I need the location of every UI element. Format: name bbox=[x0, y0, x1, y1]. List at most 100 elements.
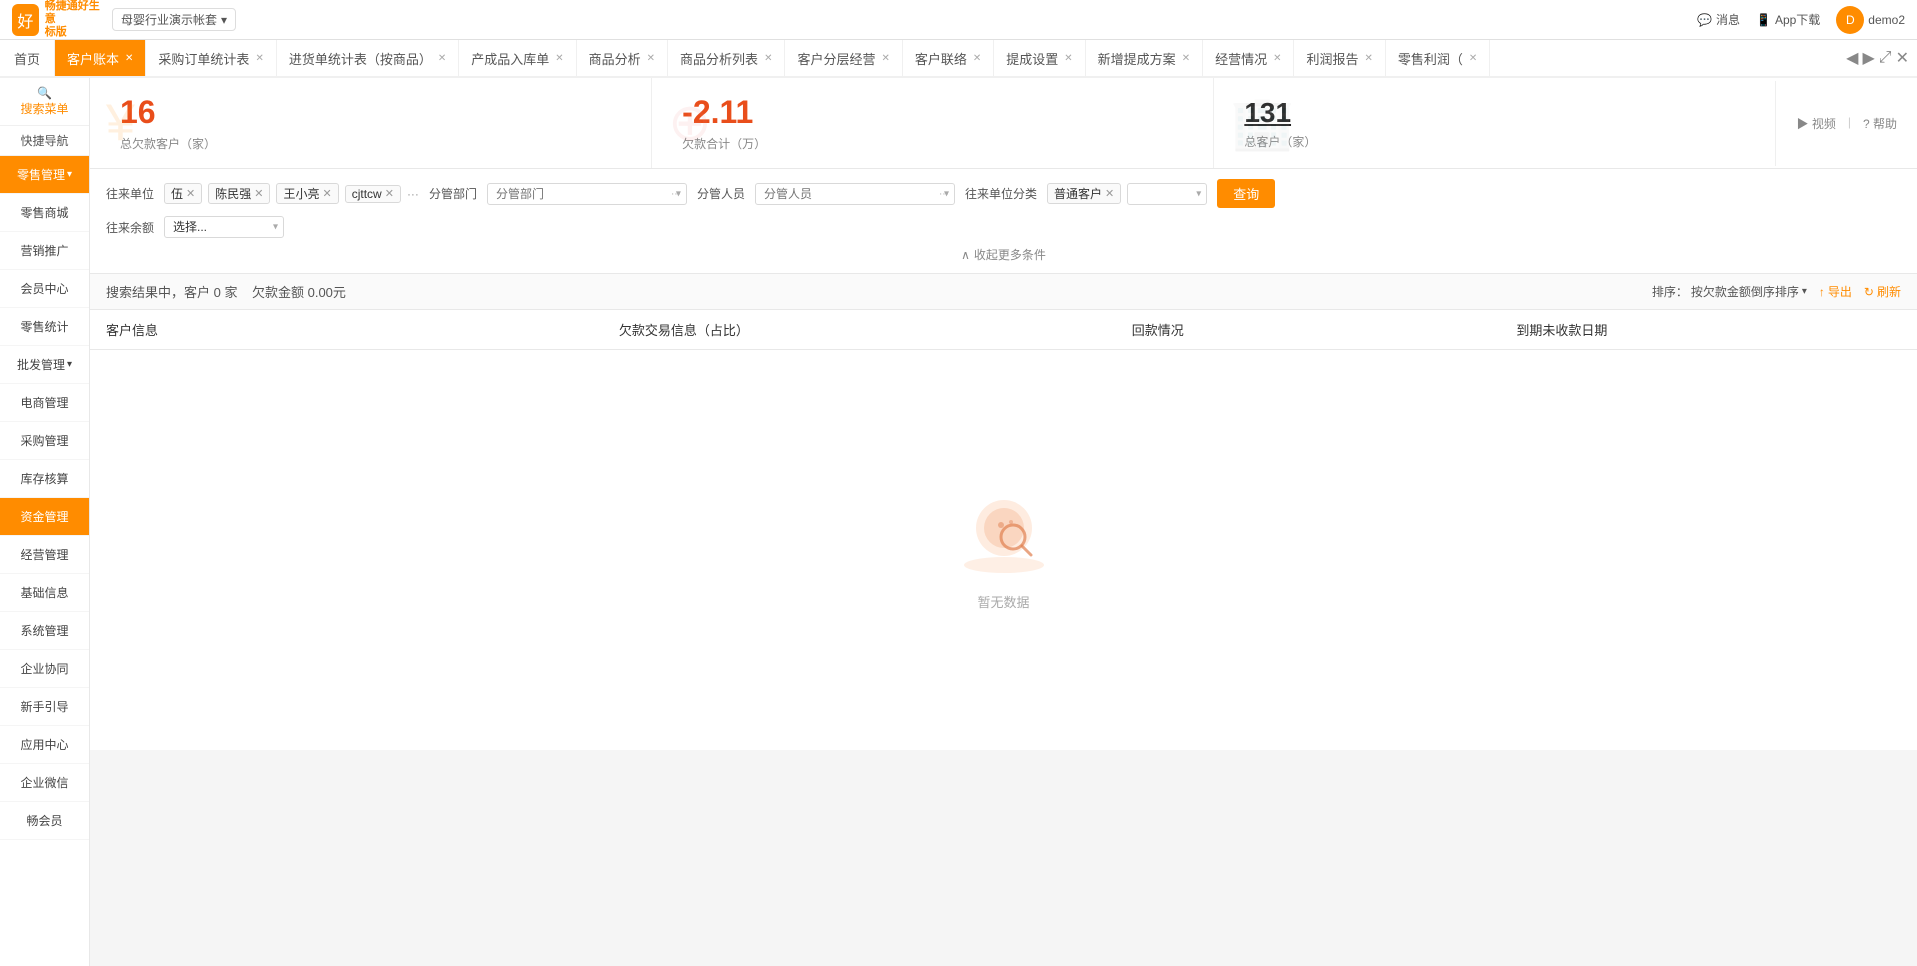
tab-business-status[interactable]: 经营情况 ✕ bbox=[1203, 40, 1294, 76]
tab-profit-report[interactable]: 利润报告 ✕ bbox=[1294, 40, 1385, 76]
close-tab-product-inbound[interactable]: ✕ bbox=[555, 53, 563, 64]
query-button[interactable]: 查询 bbox=[1217, 179, 1275, 208]
close-tab-purchase-order[interactable]: ✕ bbox=[255, 53, 263, 64]
sidebar-item-finance[interactable]: 资金管理 bbox=[0, 498, 89, 536]
filter-bar: 往来单位 伍 ✕ 陈民强 ✕ 王小亮 ✕ cjttcw bbox=[90, 169, 1917, 274]
filter-person-input[interactable] bbox=[755, 183, 955, 205]
col-payment-status: 回款情况 bbox=[1132, 320, 1517, 339]
play-icon: ▶ bbox=[1796, 117, 1808, 131]
sidebar-item-retail-mall[interactable]: 零售商城 bbox=[0, 194, 89, 232]
tab-product-analysis[interactable]: 商品分析 ✕ bbox=[577, 40, 668, 76]
filter-dept-input[interactable] bbox=[487, 183, 687, 205]
collapse-row: ∧ 收起更多条件 bbox=[106, 246, 1901, 263]
close-tab-product-analysis-list[interactable]: ✕ bbox=[764, 53, 772, 64]
tab-customer-ledger[interactable]: 客户账本 ✕ bbox=[55, 40, 146, 76]
sidebar-item-system[interactable]: 系统管理 bbox=[0, 612, 89, 650]
sidebar-item-purchasing[interactable]: 采购管理 bbox=[0, 422, 89, 460]
close-tab-profit[interactable]: ✕ bbox=[1365, 53, 1373, 64]
sidebar-search[interactable]: 🔍 搜索菜单 bbox=[0, 78, 89, 126]
sidebar-item-inventory[interactable]: 库存核算 bbox=[0, 460, 89, 498]
tab-purchase-order-stats[interactable]: 采购订单统计表 ✕ bbox=[146, 40, 276, 76]
export-icon: ↑ bbox=[1819, 285, 1825, 299]
remove-tag-chen[interactable]: ✕ bbox=[254, 187, 263, 200]
tab-retail-profit[interactable]: 零售利润（ ✕ bbox=[1386, 40, 1490, 76]
sidebar-item-retail-management[interactable]: 零售管理 ▾ bbox=[0, 156, 89, 194]
remove-tag-cjttcw[interactable]: ✕ bbox=[385, 187, 394, 200]
empty-state: 暂无数据 bbox=[889, 430, 1119, 671]
logo-icon: 好 bbox=[12, 4, 39, 36]
video-button[interactable]: ▶ 视频 bbox=[1796, 115, 1835, 132]
sidebar-item-newbie-guide[interactable]: 新手引导 bbox=[0, 688, 89, 726]
close-tab-product-analysis[interactable]: ✕ bbox=[647, 53, 655, 64]
sidebar-item-enterprise-collab[interactable]: 企业协同 bbox=[0, 650, 89, 688]
sidebar-item-ecommerce[interactable]: 电商管理 bbox=[0, 384, 89, 422]
tab-product-analysis-list[interactable]: 商品分析列表 ✕ bbox=[668, 40, 785, 76]
stat-total-customers: 🏢 131 总客户（家） bbox=[1214, 81, 1776, 166]
filter-more-button[interactable]: ··· bbox=[407, 187, 419, 201]
sidebar-item-member-center[interactable]: 会员中心 bbox=[0, 270, 89, 308]
sidebar-item-retail-stats[interactable]: 零售统计 bbox=[0, 308, 89, 346]
tab-purchase-stats-by-product[interactable]: 进货单统计表（按商品） ✕ bbox=[277, 40, 459, 76]
avatar: D bbox=[1836, 6, 1864, 34]
sidebar-item-basic-info[interactable]: 基础信息 bbox=[0, 574, 89, 612]
tab-controls: ◀ ▶ ⤢ ✕ bbox=[1838, 48, 1917, 68]
search-icon: 🔍 bbox=[37, 86, 52, 100]
message-icon: 💬 bbox=[1697, 13, 1712, 27]
close-tab-business[interactable]: ✕ bbox=[1273, 53, 1281, 64]
tab-next-icon[interactable]: ▶ bbox=[1862, 48, 1874, 68]
close-tab-retail-profit[interactable]: ✕ bbox=[1469, 53, 1477, 64]
unit-category-select-wrapper bbox=[1127, 183, 1207, 205]
table-body: 暂无数据 bbox=[90, 350, 1917, 750]
balance-select[interactable]: 选择... bbox=[164, 216, 284, 238]
unit-category-select[interactable] bbox=[1127, 183, 1207, 205]
stat-overdue-customers: ¥ 16 总欠款客户（家） bbox=[90, 78, 652, 168]
sidebar-quick-nav[interactable]: 快捷导航 bbox=[0, 126, 89, 156]
sidebar-item-operations[interactable]: 经营管理 bbox=[0, 536, 89, 574]
close-tab-commission[interactable]: ✕ bbox=[1064, 53, 1072, 64]
filter-person-label: 分管人员 bbox=[697, 185, 745, 202]
workspace-selector[interactable]: 母婴行业演示帐套 ▾ bbox=[112, 8, 236, 31]
sidebar-item-wholesale[interactable]: 批发管理 ▾ bbox=[0, 346, 89, 384]
close-tab-customer-contact[interactable]: ✕ bbox=[973, 53, 981, 64]
logo-text: 畅捷通好生意 标版 bbox=[45, 0, 100, 39]
results-bar: 搜索结果中，客户 0 家 欠款金额 0.00元 排序： 按欠款金额倒序排序 ▾ … bbox=[90, 274, 1917, 310]
export-button[interactable]: ↑ 导出 bbox=[1819, 283, 1852, 300]
sidebar-item-enterprise-wechat[interactable]: 企业微信 bbox=[0, 764, 89, 802]
sort-selector[interactable]: 排序： 按欠款金额倒序排序 ▾ bbox=[1652, 283, 1807, 300]
tab-home[interactable]: 首页 bbox=[0, 40, 55, 76]
close-tab-new-commission[interactable]: ✕ bbox=[1182, 53, 1190, 64]
col-overdue-info: 欠款交易信息（占比） bbox=[619, 320, 1132, 339]
balance-select-wrapper: 选择... bbox=[164, 216, 284, 238]
nav-tabs: 首页 客户账本 ✕ 采购订单统计表 ✕ 进货单统计表（按商品） ✕ 产成品入库单… bbox=[0, 40, 1917, 78]
help-icon: ? bbox=[1863, 117, 1870, 131]
filter-tag-wang: 王小亮 ✕ bbox=[276, 183, 338, 204]
close-tab-purchase-stats[interactable]: ✕ bbox=[438, 53, 446, 64]
tab-close-all-icon[interactable]: ✕ bbox=[1896, 48, 1909, 68]
app-download-button[interactable]: 📱 App下载 bbox=[1756, 11, 1820, 28]
tab-commission-settings[interactable]: 提成设置 ✕ bbox=[994, 40, 1085, 76]
stat-bg-icon-2: ⊕ bbox=[668, 93, 712, 153]
filter-unit-tags: 伍 ✕ 陈民强 ✕ 王小亮 ✕ cjttcw ✕ ··· bbox=[164, 183, 419, 204]
tab-customer-tier[interactable]: 客户分层经营 ✕ bbox=[785, 40, 902, 76]
tab-expand-icon[interactable]: ⤢ bbox=[1879, 49, 1892, 67]
message-button[interactable]: 💬 消息 bbox=[1697, 11, 1740, 28]
close-tab-customer-tier[interactable]: ✕ bbox=[881, 53, 889, 64]
collapse-button[interactable]: ∧ 收起更多条件 bbox=[961, 246, 1046, 263]
stats-bar: ¥ 16 总欠款客户（家） ⊕ -2.11 欠款合计（万） 🏢 131 总客户（… bbox=[90, 78, 1917, 169]
filter-unit-category-label: 往来单位分类 bbox=[965, 185, 1037, 202]
sidebar-item-app-center[interactable]: 应用中心 bbox=[0, 726, 89, 764]
refresh-button[interactable]: ↻ 刷新 bbox=[1864, 283, 1901, 300]
user-profile[interactable]: D demo2 bbox=[1836, 6, 1905, 34]
sidebar-item-member[interactable]: 畅会员 bbox=[0, 802, 89, 840]
tab-customer-contact[interactable]: 客户联络 ✕ bbox=[903, 40, 994, 76]
sidebar-item-marketing[interactable]: 营销推广 bbox=[0, 232, 89, 270]
tab-new-commission-plan[interactable]: 新增提成方案 ✕ bbox=[1086, 40, 1203, 76]
help-button[interactable]: ? 帮助 bbox=[1863, 115, 1897, 132]
app-logo: 好 畅捷通好生意 标版 bbox=[12, 0, 100, 39]
close-tab-customer-ledger[interactable]: ✕ bbox=[125, 53, 133, 64]
remove-tag-normal-customer[interactable]: ✕ bbox=[1105, 187, 1114, 200]
tab-product-inbound[interactable]: 产成品入库单 ✕ bbox=[459, 40, 576, 76]
remove-tag-wang[interactable]: ✕ bbox=[323, 187, 332, 200]
tab-prev-icon[interactable]: ◀ bbox=[1846, 48, 1858, 68]
remove-tag-wu[interactable]: ✕ bbox=[186, 187, 195, 200]
